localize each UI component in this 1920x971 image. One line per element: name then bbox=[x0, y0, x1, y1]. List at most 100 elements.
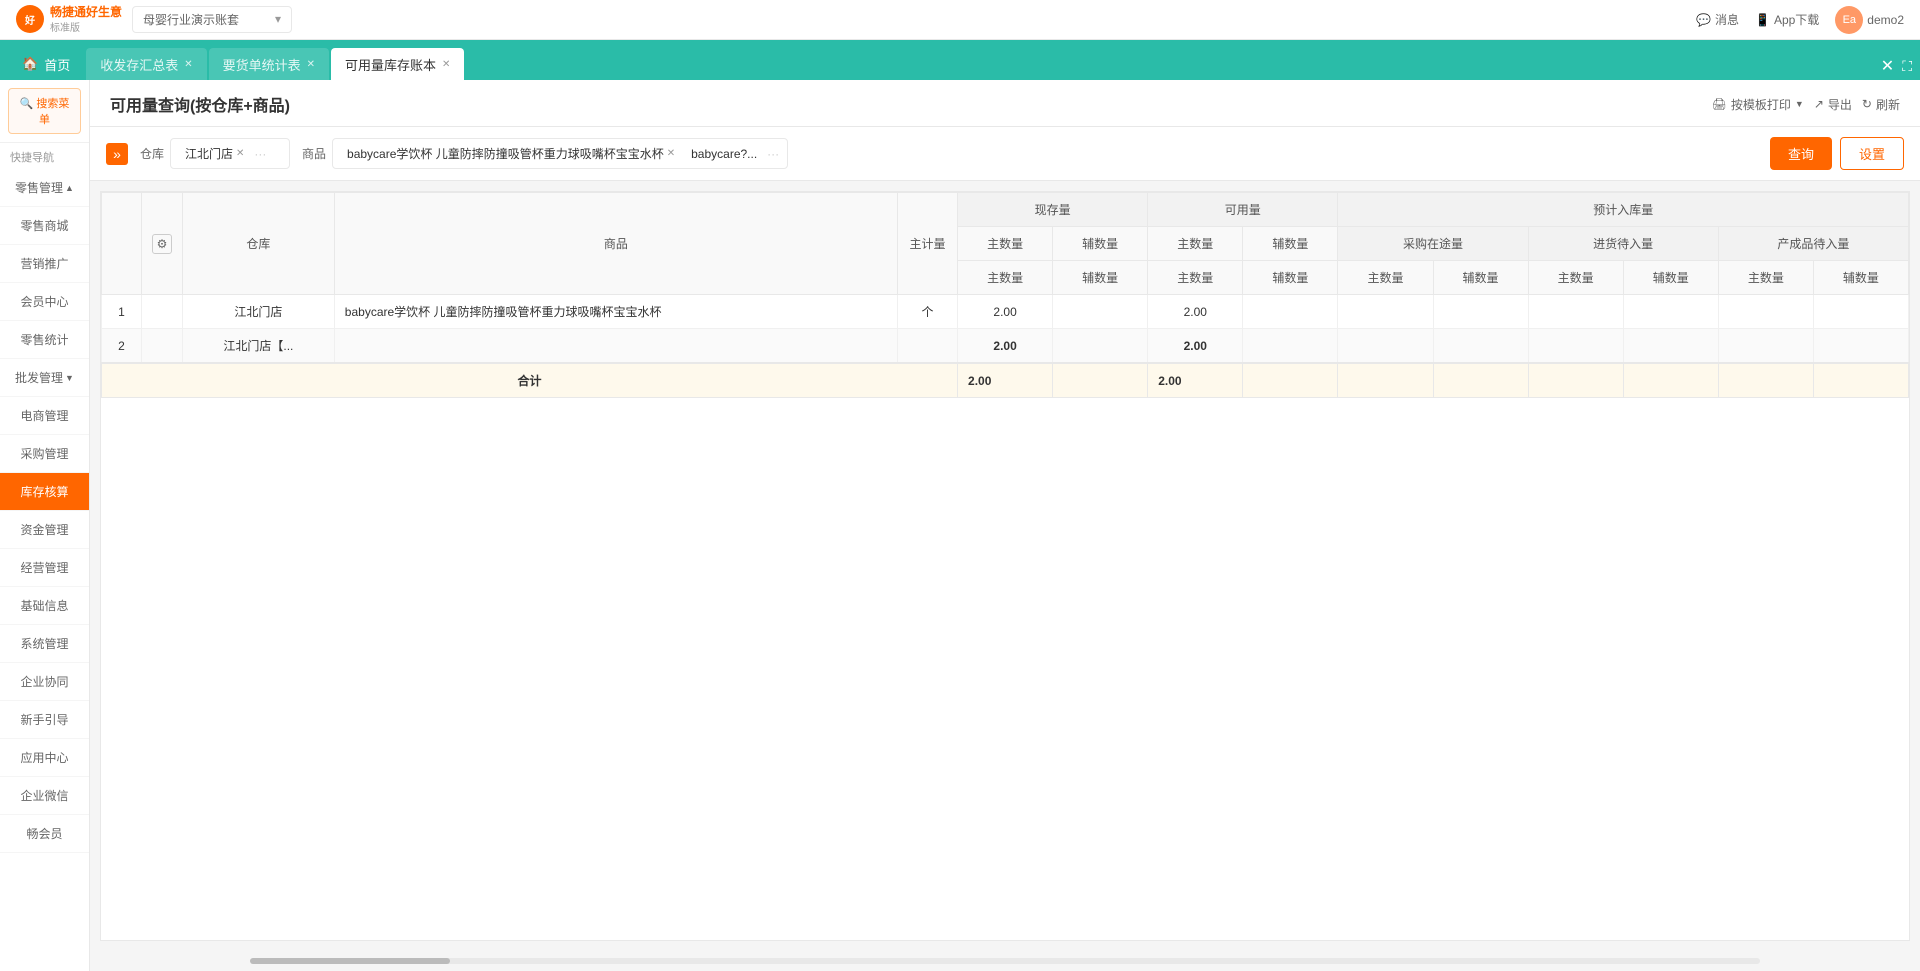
cell-avail-sub bbox=[1243, 295, 1338, 329]
sidebar-item-app-center[interactable]: 应用中心 bbox=[0, 739, 89, 777]
sidebar-item-inventory-check[interactable]: 库存核算 bbox=[0, 473, 89, 511]
filter-actions: 查询 设置 bbox=[1770, 137, 1904, 170]
cell-pp-sub bbox=[1813, 295, 1908, 329]
cell-current-main: 2.00 bbox=[958, 329, 1053, 364]
th-product: 商品 bbox=[334, 193, 897, 295]
tab-available-inventory-close[interactable]: ✕ bbox=[442, 59, 450, 70]
sidebar-item-finance-mgmt[interactable]: 资金管理 bbox=[0, 511, 89, 549]
product-more[interactable]: ··· bbox=[767, 147, 779, 161]
warehouse-input[interactable]: 江北门店 ✕ ··· bbox=[170, 138, 290, 169]
th-cs-sub-qty: 辅数量 bbox=[1053, 261, 1148, 295]
app-download-btn[interactable]: 📱 App下载 bbox=[1755, 11, 1819, 28]
th-production-pending-group: 产成品待入量 bbox=[1718, 227, 1908, 261]
tab-home[interactable]: 🏠 首页 bbox=[8, 48, 84, 80]
home-icon: 🏠 bbox=[22, 56, 38, 72]
message-btn[interactable]: 💬 消息 bbox=[1696, 11, 1739, 28]
cell-pp-sub bbox=[1813, 329, 1908, 364]
tab-order-stat[interactable]: 要货单统计表 ✕ bbox=[209, 48, 329, 80]
brand-sub: 标准版 bbox=[50, 19, 122, 34]
main-layout: 🔍 搜索菜单 快捷导航 零售管理 ▲ 零售商城 营销推广 会员中心 零售统计 批… bbox=[0, 80, 1920, 971]
settings-icon[interactable]: ⚙ bbox=[152, 234, 172, 254]
table-footer: 合计 2.00 2.00 bbox=[102, 363, 1909, 398]
sidebar-item-basic-info[interactable]: 基础信息 bbox=[0, 587, 89, 625]
warehouse-more[interactable]: ··· bbox=[254, 147, 266, 161]
brand-logo: 好 畅捷通好生意 标准版 bbox=[16, 5, 122, 34]
template-print-btn[interactable]: 🖨 按模板打印 ▼ bbox=[1712, 96, 1804, 113]
sidebar-item-purchase-mgmt[interactable]: 采购管理 bbox=[0, 435, 89, 473]
product-tag-extra: babycare?... bbox=[685, 145, 763, 163]
cell-product: babycare学饮杯 儿童防摔防撞吸管杯重力球吸嘴杯宝宝水杯 bbox=[334, 295, 897, 329]
sidebar-item-retail-mall[interactable]: 零售商城 bbox=[0, 207, 89, 245]
page-actions: 🖨 按模板打印 ▼ ↗ 导出 ↻ 刷新 bbox=[1712, 96, 1900, 113]
tab-income-expense-label: 收发存汇总表 bbox=[100, 55, 178, 74]
chevron-down-icon: ▾ bbox=[275, 12, 281, 26]
cell-avail-main: 2.00 bbox=[1148, 295, 1243, 329]
tab-available-inventory-label: 可用量库存账本 bbox=[345, 55, 436, 74]
window-expand-icon[interactable]: ⛶ bbox=[1902, 58, 1912, 75]
cell-current-sub bbox=[1053, 329, 1148, 364]
footer-po-main bbox=[1338, 363, 1433, 398]
th-row-num bbox=[102, 193, 142, 295]
sidebar-item-vip-member[interactable]: 畅会员 bbox=[0, 815, 89, 853]
export-icon: ↗ bbox=[1814, 97, 1824, 111]
sidebar-item-ecommerce-mgmt[interactable]: 电商管理 bbox=[0, 397, 89, 435]
top-bar-right: 💬 消息 📱 App下载 Ea demo2 bbox=[1696, 6, 1904, 34]
th-planned-in-group: 预计入库量 bbox=[1338, 193, 1909, 227]
sidebar-item-enterprise-wechat[interactable]: 企业微信 bbox=[0, 777, 89, 815]
message-icon: 💬 bbox=[1696, 13, 1711, 27]
sidebar-item-operation-mgmt[interactable]: 经营管理 bbox=[0, 549, 89, 587]
query-button[interactable]: 查询 bbox=[1770, 137, 1832, 170]
warehouse-tag-close[interactable]: ✕ bbox=[236, 148, 244, 159]
th-settings: ⚙ bbox=[142, 193, 183, 295]
cell-unit: 个 bbox=[898, 295, 958, 329]
th-main-unit: 主计量 bbox=[898, 193, 958, 295]
th-avail-main: 主数量 bbox=[1148, 227, 1243, 261]
cell-warehouse: 江北门店 bbox=[183, 295, 335, 329]
scroll-thumb[interactable] bbox=[250, 958, 450, 964]
search-menu-btn[interactable]: 🔍 搜索菜单 bbox=[8, 88, 81, 134]
industry-label: 母婴行业演示账套 bbox=[143, 11, 239, 28]
window-close-icon[interactable]: ✕ bbox=[1881, 56, 1894, 76]
cell-po-sub bbox=[1433, 295, 1528, 329]
th-po-main: 主数量 bbox=[1338, 261, 1433, 295]
inventory-table: ⚙ 仓库 商品 主计量 现存量 可用量 预计入库量 主数量 辅数量 bbox=[101, 192, 1909, 398]
sidebar-item-marketing[interactable]: 营销推广 bbox=[0, 245, 89, 283]
industry-selector[interactable]: 母婴行业演示账套 ▾ bbox=[132, 6, 292, 33]
filter-expand-btn[interactable]: » bbox=[106, 143, 128, 165]
sidebar-item-member-center[interactable]: 会员中心 bbox=[0, 283, 89, 321]
sidebar-item-new-guide[interactable]: 新手引导 bbox=[0, 701, 89, 739]
tab-home-label: 首页 bbox=[44, 55, 70, 74]
cell-warehouse: 江北门店【... bbox=[183, 329, 335, 364]
tab-income-expense-close[interactable]: ✕ bbox=[184, 59, 192, 70]
cell-pp-main bbox=[1718, 329, 1813, 364]
product-tag-close[interactable]: ✕ bbox=[667, 148, 675, 159]
content-area: 可用量查询(按仓库+商品) 🖨 按模板打印 ▼ ↗ 导出 ↻ 刷新 » bbox=[90, 80, 1920, 971]
footer-label: 合计 bbox=[102, 363, 958, 398]
footer-pp-sub bbox=[1813, 363, 1908, 398]
cell-current-sub bbox=[1053, 295, 1148, 329]
cell-settings bbox=[142, 295, 183, 329]
tab-income-expense[interactable]: 收发存汇总表 ✕ bbox=[86, 48, 206, 80]
sidebar-item-retail-mgmt[interactable]: 零售管理 ▲ bbox=[0, 169, 89, 207]
product-input[interactable]: babycare学饮杯 儿童防摔防撞吸管杯重力球吸嘴杯宝宝水杯 ✕ babyca… bbox=[332, 138, 788, 169]
template-chevron-icon: ▼ bbox=[1795, 99, 1804, 109]
cell-pp-main bbox=[1718, 295, 1813, 329]
user-area[interactable]: Ea demo2 bbox=[1835, 6, 1904, 34]
th-purchase-incoming-group: 进货待入量 bbox=[1528, 227, 1718, 261]
sidebar-item-enterprise-collab[interactable]: 企业协同 bbox=[0, 663, 89, 701]
cell-po-main bbox=[1338, 329, 1433, 364]
export-btn[interactable]: ↗ 导出 bbox=[1814, 96, 1852, 113]
cell-pi-main bbox=[1528, 295, 1623, 329]
settings-button[interactable]: 设置 bbox=[1840, 137, 1904, 170]
refresh-btn[interactable]: ↻ 刷新 bbox=[1862, 96, 1900, 113]
table-wrapper: ⚙ 仓库 商品 主计量 现存量 可用量 预计入库量 主数量 辅数量 bbox=[100, 191, 1910, 941]
sidebar-label-retail-mgmt: 零售管理 bbox=[15, 179, 63, 196]
sidebar-item-batch-mgmt[interactable]: 批发管理 ▼ bbox=[0, 359, 89, 397]
warehouse-label: 仓库 bbox=[140, 145, 164, 162]
avatar: Ea bbox=[1835, 6, 1863, 34]
tab-order-stat-close[interactable]: ✕ bbox=[307, 59, 315, 70]
tab-available-inventory[interactable]: 可用量库存账本 ✕ bbox=[331, 48, 464, 80]
sidebar: 🔍 搜索菜单 快捷导航 零售管理 ▲ 零售商城 营销推广 会员中心 零售统计 批… bbox=[0, 80, 90, 971]
sidebar-item-retail-stats[interactable]: 零售统计 bbox=[0, 321, 89, 359]
sidebar-item-system-mgmt[interactable]: 系统管理 bbox=[0, 625, 89, 663]
